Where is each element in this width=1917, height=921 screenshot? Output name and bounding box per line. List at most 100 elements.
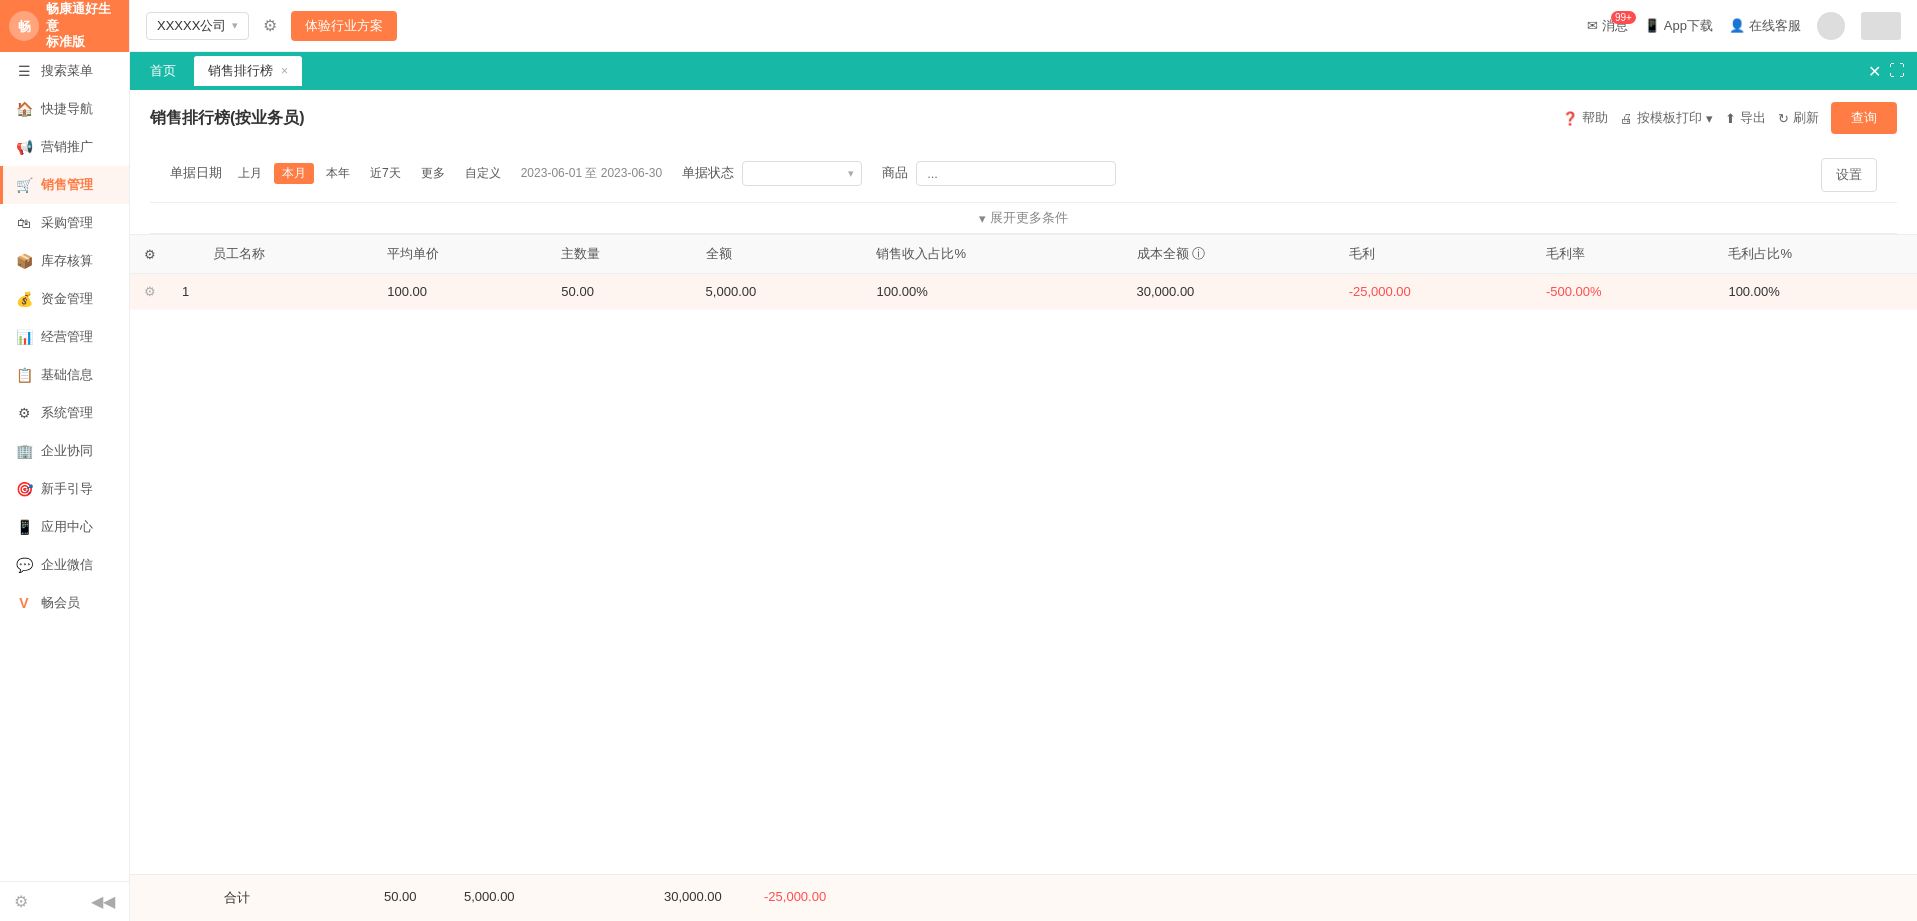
goods-filter-group: 商品: [882, 161, 1116, 186]
sidebar: 畅 畅康通好生意 标准版 ☰ 搜索菜单 🏠 快捷导航 📢 营销推广 🛒 销售管理…: [0, 0, 130, 921]
service-label: 在线客服: [1749, 17, 1801, 35]
date-tab-this-month[interactable]: 本月: [274, 163, 314, 184]
print-dropdown-icon: ▾: [1706, 111, 1713, 126]
row-sales-pct: 100.00%: [864, 274, 1124, 310]
footer-main-qty: 50.00: [372, 885, 452, 911]
col-settings-icon[interactable]: ⚙: [144, 247, 156, 262]
sidebar-item-basic-info[interactable]: 📋 基础信息: [0, 356, 129, 394]
sidebar-item-system[interactable]: ⚙ 系统管理: [0, 394, 129, 432]
expand-bar: ▾ 展开更多条件: [150, 203, 1897, 234]
col-rank: [170, 235, 201, 274]
home-icon: 🏠: [15, 101, 33, 117]
date-tab-custom[interactable]: 自定义: [457, 163, 509, 184]
sidebar-item-finance[interactable]: 💰 资金管理: [0, 280, 129, 318]
close-window-icon[interactable]: ✕: [1868, 62, 1881, 81]
sidebar-item-label: 搜索菜单: [41, 62, 93, 80]
sidebar-item-label: 销售管理: [41, 176, 93, 194]
sidebar-item-label: 资金管理: [41, 290, 93, 308]
goods-input[interactable]: [916, 161, 1116, 186]
user-name-area: [1861, 12, 1901, 40]
sidebar-item-label: 快捷导航: [41, 100, 93, 118]
sidebar-item-guide[interactable]: 🎯 新手引导: [0, 470, 129, 508]
col-main-qty: 主数量: [549, 235, 693, 274]
sidebar-item-label: 新手引导: [41, 480, 93, 498]
purchase-icon: 🛍: [15, 215, 33, 231]
content-area: 销售排行榜(按业务员) ❓ 帮助 🖨 按模板打印 ▾ ⬆ 导出: [130, 90, 1917, 921]
sidebar-item-inventory[interactable]: 📦 库存核算: [0, 242, 129, 280]
tab-close-icon[interactable]: ×: [281, 64, 288, 78]
goods-filter-label: 商品: [882, 164, 908, 182]
row-gross-rate: -500.00%: [1534, 274, 1716, 310]
avatar[interactable]: [1817, 12, 1845, 40]
expand-more-button[interactable]: ▾ 展开更多条件: [979, 209, 1068, 227]
expand-label: 展开更多条件: [990, 209, 1068, 227]
date-tab-this-year[interactable]: 本年: [318, 163, 358, 184]
service-icon: 👤: [1729, 18, 1745, 33]
sidebar-item-label: 库存核算: [41, 252, 93, 270]
sidebar-item-operations[interactable]: 📊 经营管理: [0, 318, 129, 356]
topbar: XXXXX公司 ▾ ⚙ 体验行业方案 ✉ 消息 99+ 📱 App下载 👤 在线…: [130, 0, 1917, 52]
refresh-button[interactable]: ↻ 刷新: [1778, 109, 1819, 127]
sidebar-item-label: 营销推广: [41, 138, 93, 156]
notification-icon: ✉: [1587, 18, 1598, 33]
maximize-icon[interactable]: ⛶: [1889, 62, 1905, 80]
sidebar-item-sales[interactable]: 🛒 销售管理: [0, 166, 129, 204]
sidebar-item-marketing[interactable]: 📢 营销推广: [0, 128, 129, 166]
sidebar-item-search-order[interactable]: ☰ 搜索菜单: [0, 52, 129, 90]
sidebar-item-app-center[interactable]: 📱 应用中心: [0, 508, 129, 546]
main-area: XXXXX公司 ▾ ⚙ 体验行业方案 ✉ 消息 99+ 📱 App下载 👤 在线…: [130, 0, 1917, 921]
settings-button[interactable]: 设置: [1821, 158, 1877, 192]
tab-sales-ranking[interactable]: 销售排行榜 ×: [194, 56, 302, 86]
company-name: XXXXX公司: [157, 17, 226, 35]
logo-line1: 畅康通好生意: [46, 1, 121, 35]
marketing-icon: 📢: [15, 139, 33, 155]
sidebar-item-label: 系统管理: [41, 404, 93, 422]
tab-home[interactable]: 首页: [134, 52, 192, 90]
company-selector[interactable]: XXXXX公司 ▾: [146, 12, 249, 40]
sidebar-item-wechat[interactable]: 💬 企业微信: [0, 546, 129, 584]
row-gross-pct: 100.00%: [1716, 274, 1917, 310]
help-icon: ❓: [1562, 111, 1578, 126]
footer-settings-col: [142, 885, 182, 911]
sidebar-item-quick-nav[interactable]: 🏠 快捷导航: [0, 90, 129, 128]
sidebar-item-purchase[interactable]: 🛍 采购管理: [0, 204, 129, 242]
company-dropdown-icon: ▾: [232, 19, 238, 32]
online-service-button[interactable]: 👤 在线客服: [1729, 17, 1801, 35]
print-button[interactable]: 🖨 按模板打印 ▾: [1620, 109, 1713, 127]
date-tab-7days[interactable]: 近7天: [362, 163, 409, 184]
app-download-button[interactable]: 📱 App下载: [1644, 17, 1713, 35]
table-row: ⚙ 1 100.00 50.00 5,000.00 100.00% 30,000…: [130, 274, 1917, 310]
date-tab-more[interactable]: 更多: [413, 163, 453, 184]
col-settings: ⚙: [130, 235, 170, 274]
help-button[interactable]: ❓ 帮助: [1562, 109, 1608, 127]
row-employee: [201, 274, 375, 310]
col-gross-rate: 毛利率: [1534, 235, 1716, 274]
col-cost: 成本全额 ⓘ: [1125, 235, 1337, 274]
topbar-settings-icon[interactable]: ⚙: [263, 16, 277, 35]
date-tab-last-month[interactable]: 上月: [230, 163, 270, 184]
collapse-sidebar-icon[interactable]: ◀◀: [91, 892, 115, 911]
query-button[interactable]: 查询: [1831, 102, 1897, 134]
footer-label: 合计: [212, 885, 292, 911]
export-label: 导出: [1740, 109, 1766, 127]
sidebar-item-enterprise[interactable]: 🏢 企业协同: [0, 432, 129, 470]
status-select[interactable]: [742, 161, 862, 186]
row-settings[interactable]: ⚙: [130, 274, 170, 310]
col-avg-price: 平均单价: [375, 235, 549, 274]
trial-button[interactable]: 体验行业方案: [291, 11, 397, 41]
row-amount: 5,000.00: [694, 274, 865, 310]
sidebar-bottom: ⚙ ◀◀: [0, 881, 129, 921]
footer-avg-price: [292, 885, 372, 911]
sidebar-item-label: 采购管理: [41, 214, 93, 232]
finance-icon: 💰: [15, 291, 33, 307]
export-button[interactable]: ⬆ 导出: [1725, 109, 1766, 127]
tabbar-right: ✕ ⛶: [1868, 62, 1913, 81]
app-center-icon: 📱: [15, 519, 33, 535]
table-footer: 合计 50.00 5,000.00 30,000.00 -25,000.00: [130, 874, 1917, 921]
sidebar-item-member[interactable]: V 畅会员: [0, 584, 129, 622]
notification-button[interactable]: ✉ 消息 99+: [1587, 17, 1628, 35]
col-gross: 毛利: [1337, 235, 1534, 274]
topbar-right: ✉ 消息 99+ 📱 App下载 👤 在线客服: [1587, 12, 1901, 40]
settings-bottom-icon[interactable]: ⚙: [14, 892, 28, 911]
guide-icon: 🎯: [15, 481, 33, 497]
